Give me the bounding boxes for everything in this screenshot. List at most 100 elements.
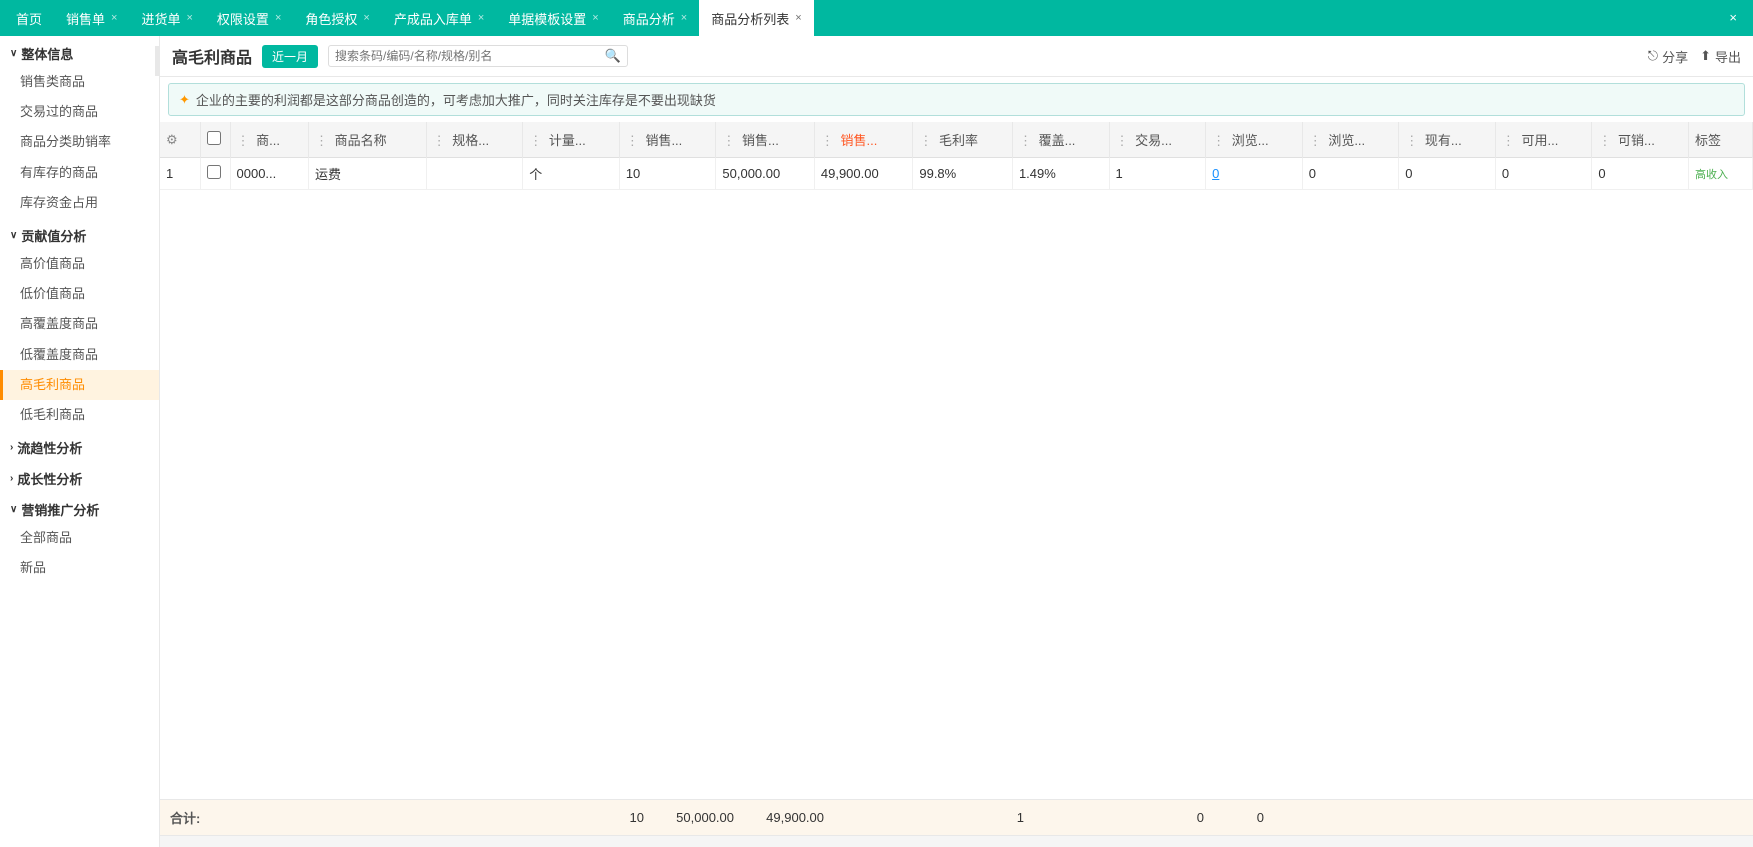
arrow-down-icon-2: ∨ bbox=[10, 230, 17, 241]
sidebar-group-contribution[interactable]: ∨ 贡献值分析 bbox=[0, 218, 159, 249]
col-sales-amount[interactable]: ⋮ 销售... bbox=[716, 122, 814, 158]
sidebar-item-high-margin[interactable]: 高毛利商品 bbox=[0, 370, 159, 400]
row-code: 0000... bbox=[230, 158, 309, 190]
col-unit[interactable]: ⋮ 计量... bbox=[523, 122, 620, 158]
footer-transactions: 1 bbox=[970, 810, 1030, 825]
table-row: 1 0000... 运费 bbox=[160, 158, 1753, 190]
row-tag: 高收入 bbox=[1689, 158, 1753, 190]
nav-tab-analysis[interactable]: 商品分析 × bbox=[611, 0, 699, 36]
row-gross-rate: 99.8% bbox=[913, 158, 1013, 190]
row-pv1: 0 bbox=[1206, 158, 1303, 190]
col-sales-profit[interactable]: ⋮ 销售... bbox=[814, 122, 912, 158]
col-handle-icon-15: ⋮ bbox=[1598, 133, 1611, 149]
col-gross-rate[interactable]: ⋮ 毛利率 bbox=[913, 122, 1013, 158]
export-button[interactable]: ⬆ 导出 bbox=[1700, 47, 1741, 66]
nav-tab-template[interactable]: 单据模板设置 × bbox=[496, 0, 610, 36]
col-transactions[interactable]: ⋮ 交易... bbox=[1109, 122, 1206, 158]
sidebar-item-sales-goods[interactable]: 销售类商品 bbox=[0, 67, 159, 97]
col-sales-qty[interactable]: ⋮ 销售... bbox=[619, 122, 716, 158]
sidebar-item-inventory-capital[interactable]: 库存资金占用 bbox=[0, 188, 159, 218]
top-nav: 首页 销售单 × 进货单 × 权限设置 × 角色授权 × 产成品入库单 × 单据… bbox=[0, 0, 1753, 36]
sidebar-group-marketing[interactable]: ∨ 营销推广分析 bbox=[0, 492, 159, 523]
footer-col1: 0 bbox=[1150, 810, 1210, 825]
close-analysis-list-tab[interactable]: × bbox=[795, 12, 801, 24]
arrow-right-icon: › bbox=[10, 442, 13, 453]
sidebar-item-category-rate[interactable]: 商品分类助销率 bbox=[0, 127, 159, 157]
col-handle-icon-6: ⋮ bbox=[722, 133, 735, 149]
row-select-checkbox[interactable] bbox=[207, 165, 221, 179]
sidebar: « ∨ 整体信息 销售类商品 交易过的商品 商品分类助销率 有库存的商品 库存资… bbox=[0, 36, 160, 847]
app-close-button[interactable]: × bbox=[1717, 9, 1749, 27]
col-handle-icon-14: ⋮ bbox=[1502, 133, 1515, 149]
col-checkbox bbox=[200, 122, 230, 158]
col-name[interactable]: ⋮ 商品名称 bbox=[309, 122, 427, 158]
col-spec[interactable]: ⋮ 规格... bbox=[426, 122, 523, 158]
arrow-down-icon-3: ∨ bbox=[10, 504, 17, 515]
footer-sales-profit: 49,900.00 bbox=[740, 810, 830, 825]
row-checkbox bbox=[200, 158, 230, 190]
row-stock-available: 0 bbox=[1495, 158, 1592, 190]
nav-tab-permission[interactable]: 权限设置 × bbox=[205, 0, 293, 36]
nav-tab-role[interactable]: 角色授权 × bbox=[293, 0, 381, 36]
sidebar-item-low-value[interactable]: 低价值商品 bbox=[0, 279, 159, 309]
col-tag[interactable]: 标签 bbox=[1689, 122, 1753, 158]
footer-sales-amount: 50,000.00 bbox=[650, 810, 740, 825]
col-code[interactable]: ⋮ 商... bbox=[230, 122, 309, 158]
col-handle-icon-11: ⋮ bbox=[1212, 133, 1225, 149]
close-template-tab[interactable]: × bbox=[592, 12, 598, 24]
close-purchase-tab[interactable]: × bbox=[186, 12, 192, 24]
nav-tab-purchase[interactable]: 进货单 × bbox=[129, 0, 204, 36]
footer-sales-qty: 10 bbox=[590, 810, 650, 825]
sidebar-group-overall[interactable]: ∨ 整体信息 bbox=[0, 36, 159, 67]
horizontal-scrollbar[interactable] bbox=[160, 835, 1753, 847]
row-unit: 个 bbox=[523, 158, 620, 190]
row-stock-sellable: 0 bbox=[1592, 158, 1689, 190]
sidebar-collapse-button[interactable]: « bbox=[155, 46, 160, 76]
col-pv2[interactable]: ⋮ 浏览... bbox=[1302, 122, 1399, 158]
select-all-checkbox[interactable] bbox=[207, 131, 221, 145]
filter-recent-month-button[interactable]: 近一月 bbox=[262, 45, 318, 68]
sidebar-group-trend[interactable]: › 流趋性分析 bbox=[0, 430, 159, 461]
sidebar-item-high-coverage[interactable]: 高覆盖度商品 bbox=[0, 309, 159, 339]
sidebar-item-traded-goods[interactable]: 交易过的商品 bbox=[0, 97, 159, 127]
sidebar-item-in-stock[interactable]: 有库存的商品 bbox=[0, 158, 159, 188]
search-icon[interactable]: 🔍 bbox=[605, 48, 621, 64]
close-analysis-tab[interactable]: × bbox=[681, 12, 687, 24]
col-handle-icon: ⋮ bbox=[237, 133, 250, 149]
col-stock-sellable[interactable]: ⋮ 可销... bbox=[1592, 122, 1689, 158]
col-handle-icon-7: ⋮ bbox=[821, 133, 834, 149]
search-input[interactable] bbox=[335, 49, 605, 63]
sidebar-item-low-coverage[interactable]: 低覆盖度商品 bbox=[0, 340, 159, 370]
search-box: 🔍 bbox=[328, 45, 628, 67]
sidebar-item-high-value[interactable]: 高价值商品 bbox=[0, 249, 159, 279]
col-handle-icon-10: ⋮ bbox=[1116, 133, 1129, 149]
col-stock-available[interactable]: ⋮ 可用... bbox=[1495, 122, 1592, 158]
close-sales-tab[interactable]: × bbox=[111, 12, 117, 24]
sidebar-item-low-margin[interactable]: 低毛利商品 bbox=[0, 400, 159, 430]
share-button[interactable]: ⎋ 分享 bbox=[1648, 47, 1688, 66]
sidebar-group-growth[interactable]: › 成长性分析 bbox=[0, 461, 159, 492]
sidebar-item-new-goods[interactable]: 新品 bbox=[0, 553, 159, 583]
close-inventory-tab[interactable]: × bbox=[478, 12, 484, 24]
nav-tab-home[interactable]: 首页 bbox=[4, 0, 54, 36]
info-bar: ✦ 企业的主要的利润都是这部分商品创造的，可考虑加大推广，同时关注库存是不要出现… bbox=[168, 83, 1745, 116]
col-handle-icon-12: ⋮ bbox=[1309, 133, 1322, 149]
settings-icon[interactable]: ⚙ bbox=[166, 132, 178, 147]
export-icon: ⬆ bbox=[1700, 48, 1711, 64]
sidebar-item-all-goods[interactable]: 全部商品 bbox=[0, 523, 159, 553]
row-coverage: 1.49% bbox=[1012, 158, 1109, 190]
table-wrapper: ⚙ ⋮ 商... ⋮ 商品名称 bbox=[160, 122, 1753, 799]
close-permission-tab[interactable]: × bbox=[275, 12, 281, 24]
nav-tab-analysis-list[interactable]: 商品分析列表 × bbox=[699, 0, 813, 36]
col-stock-current[interactable]: ⋮ 现有... bbox=[1399, 122, 1496, 158]
nav-tab-inventory[interactable]: 产成品入库单 × bbox=[382, 0, 496, 36]
col-handle-icon-13: ⋮ bbox=[1405, 133, 1418, 149]
footer-totals: 合计: 10 50,000.00 49,900.00 1 0 0 bbox=[160, 799, 1753, 835]
col-coverage[interactable]: ⋮ 覆盖... bbox=[1012, 122, 1109, 158]
close-role-tab[interactable]: × bbox=[363, 12, 369, 24]
row-sales-amount: 50,000.00 bbox=[716, 158, 814, 190]
arrow-right-icon-2: › bbox=[10, 473, 13, 484]
col-pv1[interactable]: ⋮ 浏览... bbox=[1206, 122, 1303, 158]
page-title: 高毛利商品 bbox=[172, 44, 252, 68]
nav-tab-sales[interactable]: 销售单 × bbox=[54, 0, 129, 36]
